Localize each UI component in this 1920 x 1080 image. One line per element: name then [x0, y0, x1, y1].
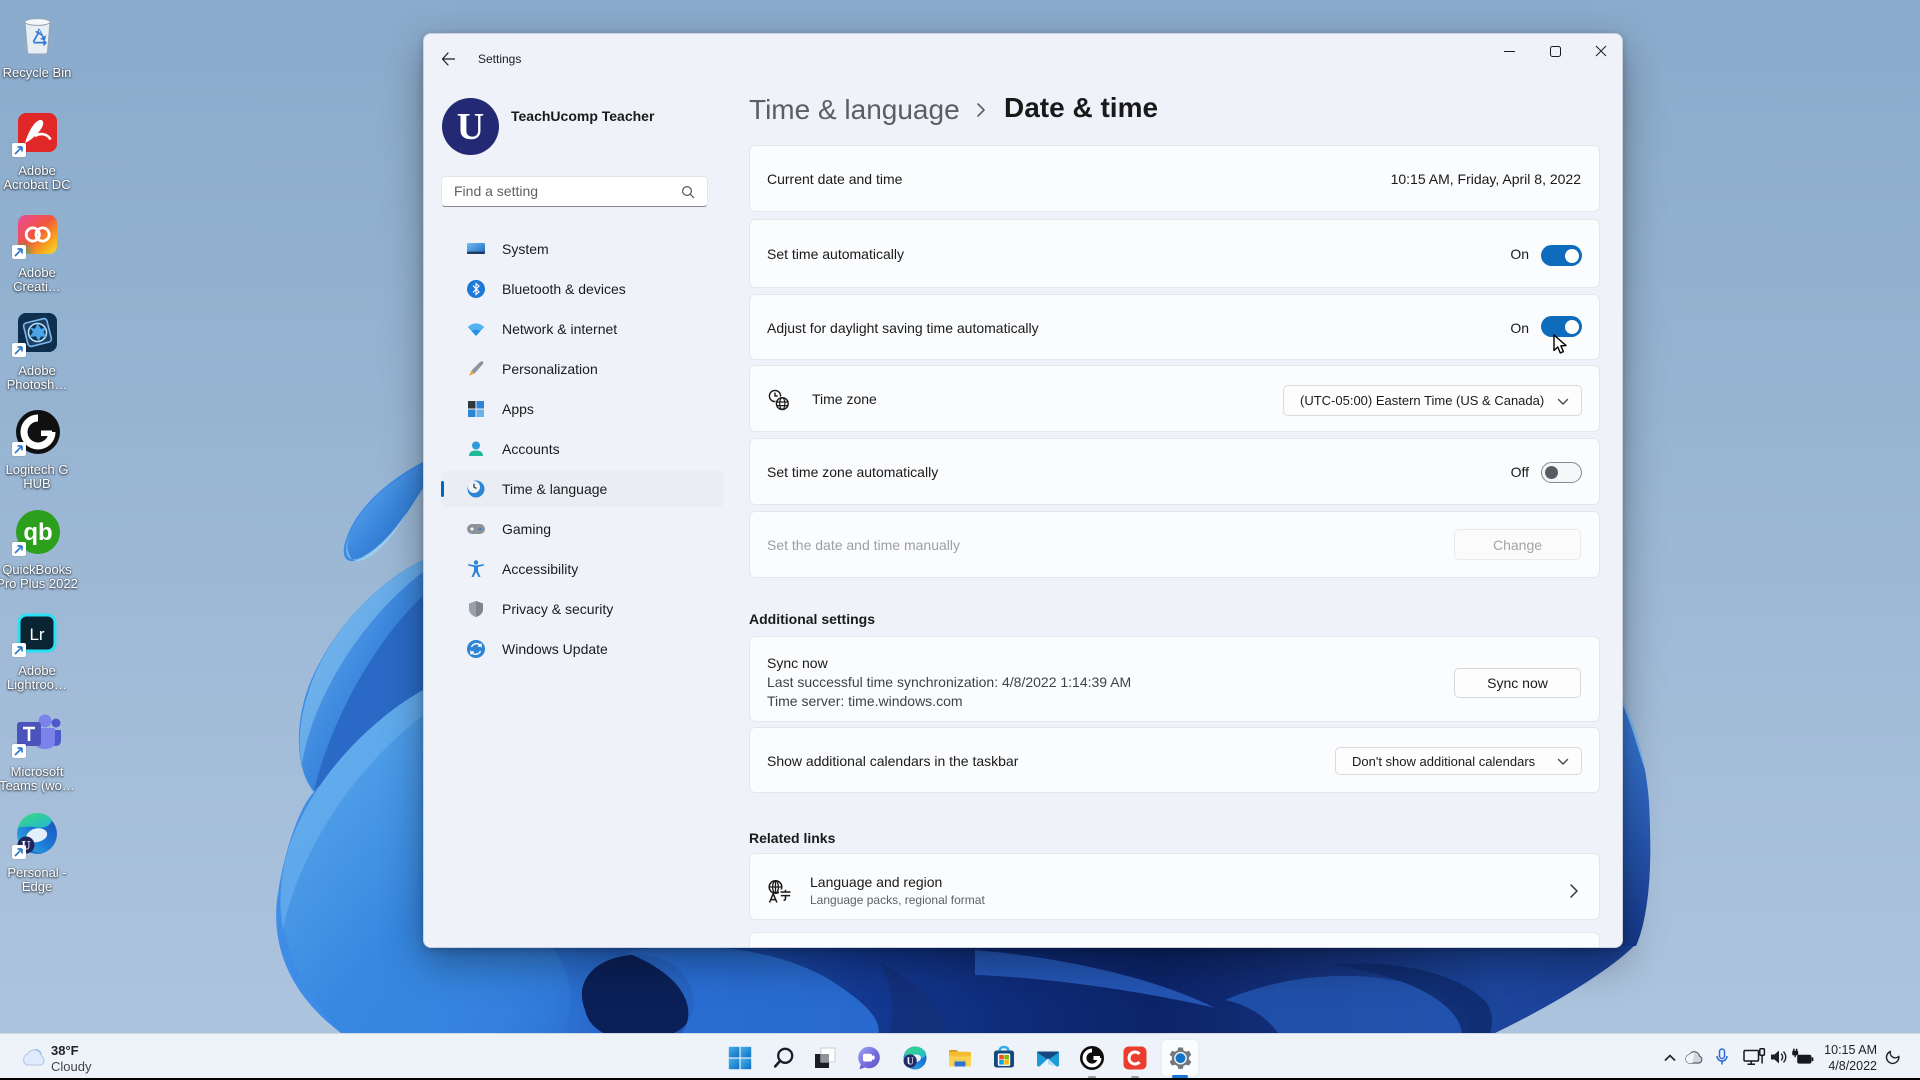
svg-text:qb: qb	[23, 519, 52, 546]
svg-text:U: U	[907, 1056, 914, 1067]
svg-text:Lr: Lr	[29, 625, 44, 644]
